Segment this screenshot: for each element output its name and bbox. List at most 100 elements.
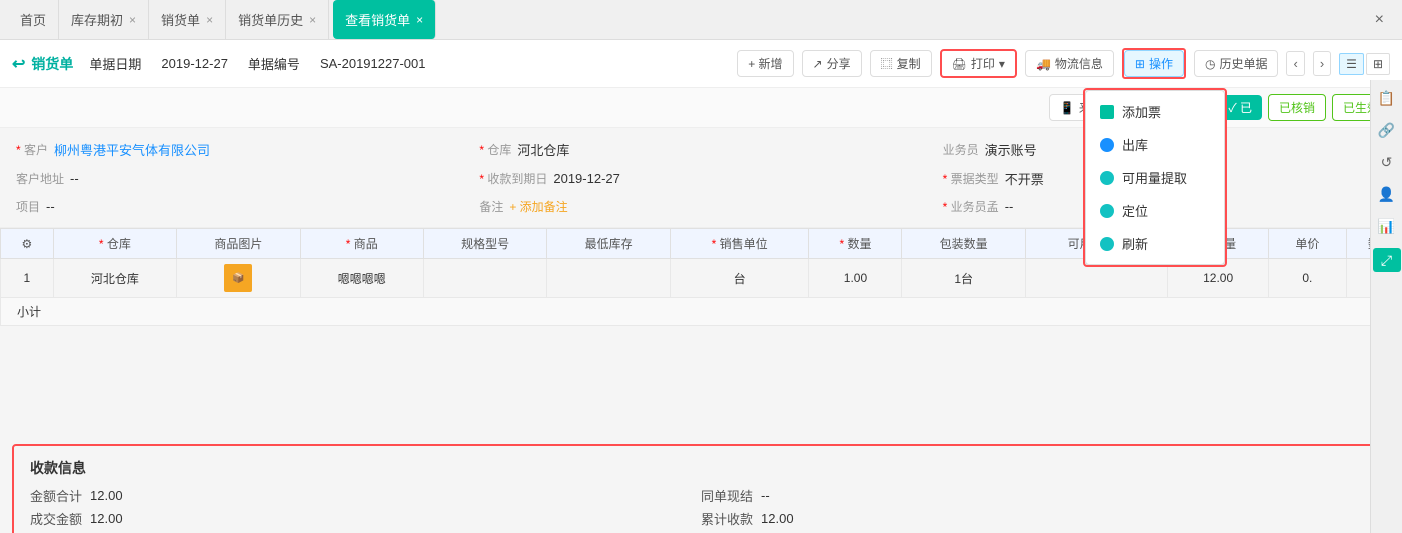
right-sidebar: 📋 🔗 ↺ 👤 📊 ⤢ xyxy=(1370,80,1402,533)
note-label: 备注 xyxy=(479,198,503,215)
cumulative-receipt-label: 累计收款 xyxy=(701,509,753,528)
history-button[interactable]: ◷ 历史单据 xyxy=(1194,50,1279,77)
sidebar-link-icon[interactable]: 🔗 xyxy=(1377,120,1397,140)
payment-info-title: 收款信息 xyxy=(30,458,1372,478)
dropdown-add-invoice[interactable]: 添加票 xyxy=(1086,95,1224,128)
warehouse-value: 河北仓库 xyxy=(517,140,569,159)
row-sales-unit: 台 xyxy=(670,259,809,298)
copy-button[interactable]: ⿴ 复制 xyxy=(870,50,932,77)
number-value: SA-20191227-001 xyxy=(320,56,426,71)
col-sales-unit: * 销售单位 xyxy=(670,229,809,259)
transaction-amount-label: 成交金额 xyxy=(30,509,82,528)
locate-icon xyxy=(1100,204,1114,218)
sidebar-chart-icon[interactable]: 📊 xyxy=(1377,216,1397,236)
print-button[interactable]: 🖨 打印 ▾ xyxy=(940,49,1017,78)
doc-type-label: 销货单 xyxy=(31,54,73,74)
sidebar-refresh-icon[interactable]: ↺ xyxy=(1377,152,1397,172)
row-warehouse: 河北仓库 xyxy=(53,259,176,298)
close-history-tab[interactable]: × xyxy=(309,13,316,27)
due-date-label: 收款到期日 xyxy=(479,170,547,187)
row-quantity: 1.00 xyxy=(809,259,902,298)
col-spec: 规格型号 xyxy=(423,229,546,259)
salesman-value: 演示账号 xyxy=(985,140,1037,159)
ticket-type-label: 票据类型 xyxy=(943,170,999,187)
share-button[interactable]: ↗ 分享 xyxy=(802,50,862,77)
transaction-amount-row: 成交金额 12.00 xyxy=(30,509,701,528)
new-button[interactable]: + 新增 xyxy=(737,50,793,77)
window-close-button[interactable]: × xyxy=(1365,11,1394,29)
col-product-img: 商品图片 xyxy=(177,229,300,259)
col-package-qty: 包装数量 xyxy=(902,229,1025,259)
number-label: 单据编号 xyxy=(248,54,300,73)
address-field: 客户地址 -- xyxy=(16,169,459,188)
customer-value[interactable]: 柳州粤港平安气体有限公司 xyxy=(54,140,210,159)
tab-sales-order[interactable]: 销货单 × xyxy=(149,0,226,39)
tab-sales-history[interactable]: 销货单历史 × xyxy=(226,0,329,39)
tab-inventory-start[interactable]: 库存期初 × xyxy=(59,0,149,39)
grid-view-button[interactable]: ⊞ xyxy=(1366,53,1390,75)
ticket-type-value: 不开票 xyxy=(1005,169,1044,188)
tab-home[interactable]: 首页 xyxy=(8,0,59,39)
warehouse-field: 仓库 河北仓库 xyxy=(479,140,922,159)
sidebar-expand-icon[interactable]: ⤢ xyxy=(1373,248,1401,272)
mobile-icon: 📱 xyxy=(1060,101,1075,115)
col-product: * 商品 xyxy=(300,229,423,259)
due-date-field: 收款到期日 2019-12-27 xyxy=(479,169,922,188)
close-view-sales-tab[interactable]: × xyxy=(416,13,423,27)
due-date-value: 2019-12-27 xyxy=(553,171,620,186)
view-toggle: ☰ ⊞ xyxy=(1339,53,1390,75)
project-label: 项目 xyxy=(16,198,40,215)
history-icon: ◷ xyxy=(1205,57,1215,71)
same-order-value: -- xyxy=(761,488,770,503)
total-amount-row: 金额合计 12.00 xyxy=(30,486,701,505)
operation-button[interactable]: ⊞ 操作 xyxy=(1124,50,1184,77)
add-note-button[interactable]: + 添加备注 xyxy=(509,198,567,215)
dropdown-out-warehouse[interactable]: 出库 xyxy=(1086,128,1224,161)
row-spec xyxy=(423,259,546,298)
dropdown-menu: 添加票 出库 可用量提取 定位 xyxy=(1085,90,1225,265)
customer-field: 客户 柳州粤港平安气体有限公司 xyxy=(16,140,459,159)
col-settings[interactable]: ⚙ xyxy=(1,229,54,259)
product-thumbnail: 📦 xyxy=(224,264,252,292)
warehouse-label: 仓库 xyxy=(479,141,511,158)
operation-button-wrapper: ⊞ 操作 xyxy=(1122,48,1186,79)
transaction-amount-value: 12.00 xyxy=(90,511,123,526)
tab-view-sales[interactable]: 查看销货单 × xyxy=(333,0,436,39)
customer-label: 客户 xyxy=(16,141,48,158)
row-min-stock xyxy=(547,259,670,298)
sidebar-doc-icon[interactable]: 📋 xyxy=(1377,88,1397,108)
document-title-area: ↩ 销货单 xyxy=(12,54,73,74)
list-view-button[interactable]: ☰ xyxy=(1339,53,1364,75)
toolbar-right: + 新增 ↗ 分享 ⿴ 复制 🖨 打印 ▾ 🚚 物流信息 xyxy=(737,48,1390,79)
dropdown-locate[interactable]: 定位 xyxy=(1086,194,1224,227)
next-button[interactable]: › xyxy=(1313,51,1331,76)
dropdown-refresh[interactable]: 刷新 xyxy=(1086,227,1224,260)
dropdown-available-extract[interactable]: 可用量提取 xyxy=(1086,161,1224,194)
operation-dropdown: 添加票 出库 可用量提取 定位 xyxy=(1083,88,1227,267)
close-inventory-tab[interactable]: × xyxy=(129,13,136,27)
doc-type-icon: ↩ xyxy=(12,54,25,74)
tab-bar: 首页 库存期初 × 销货单 × 销货单历史 × 查看销货单 × × xyxy=(0,0,1402,40)
available-extract-label: 可用量提取 xyxy=(1122,168,1187,187)
note-field: 备注 + 添加备注 xyxy=(479,198,922,215)
locate-label: 定位 xyxy=(1122,201,1148,220)
row-unit-price: 0. xyxy=(1268,259,1346,298)
row-index: 1 xyxy=(1,259,54,298)
salesman2-value: -- xyxy=(1005,199,1014,214)
truck-icon: 🚚 xyxy=(1036,57,1051,71)
sidebar-user-icon[interactable]: 👤 xyxy=(1377,184,1397,204)
date-value: 2019-12-27 xyxy=(161,56,228,71)
logistics-button[interactable]: 🚚 物流信息 xyxy=(1025,50,1114,77)
same-order-row: 同单现结 -- xyxy=(701,486,1372,505)
prev-button[interactable]: ‹ xyxy=(1286,51,1304,76)
out-warehouse-label: 出库 xyxy=(1122,135,1148,154)
same-order-label: 同单现结 xyxy=(701,486,753,505)
subtotal-label: 小计 xyxy=(1,298,1402,326)
project-field: 项目 -- xyxy=(16,198,459,215)
close-sales-tab[interactable]: × xyxy=(206,13,213,27)
cancelled-button[interactable]: 已核销 xyxy=(1268,94,1326,121)
payment-info-section: 收款信息 金额合计 12.00 同单现结 -- 成交金额 12.00 累计收款 … xyxy=(12,444,1390,533)
dropdown-menu-wrapper: 添加票 出库 可用量提取 定位 xyxy=(1083,88,1227,267)
document-header: ↩ 销货单 单据日期 2019-12-27 单据编号 SA-20191227-0… xyxy=(0,40,1402,88)
share-icon: ↗ xyxy=(813,57,823,71)
